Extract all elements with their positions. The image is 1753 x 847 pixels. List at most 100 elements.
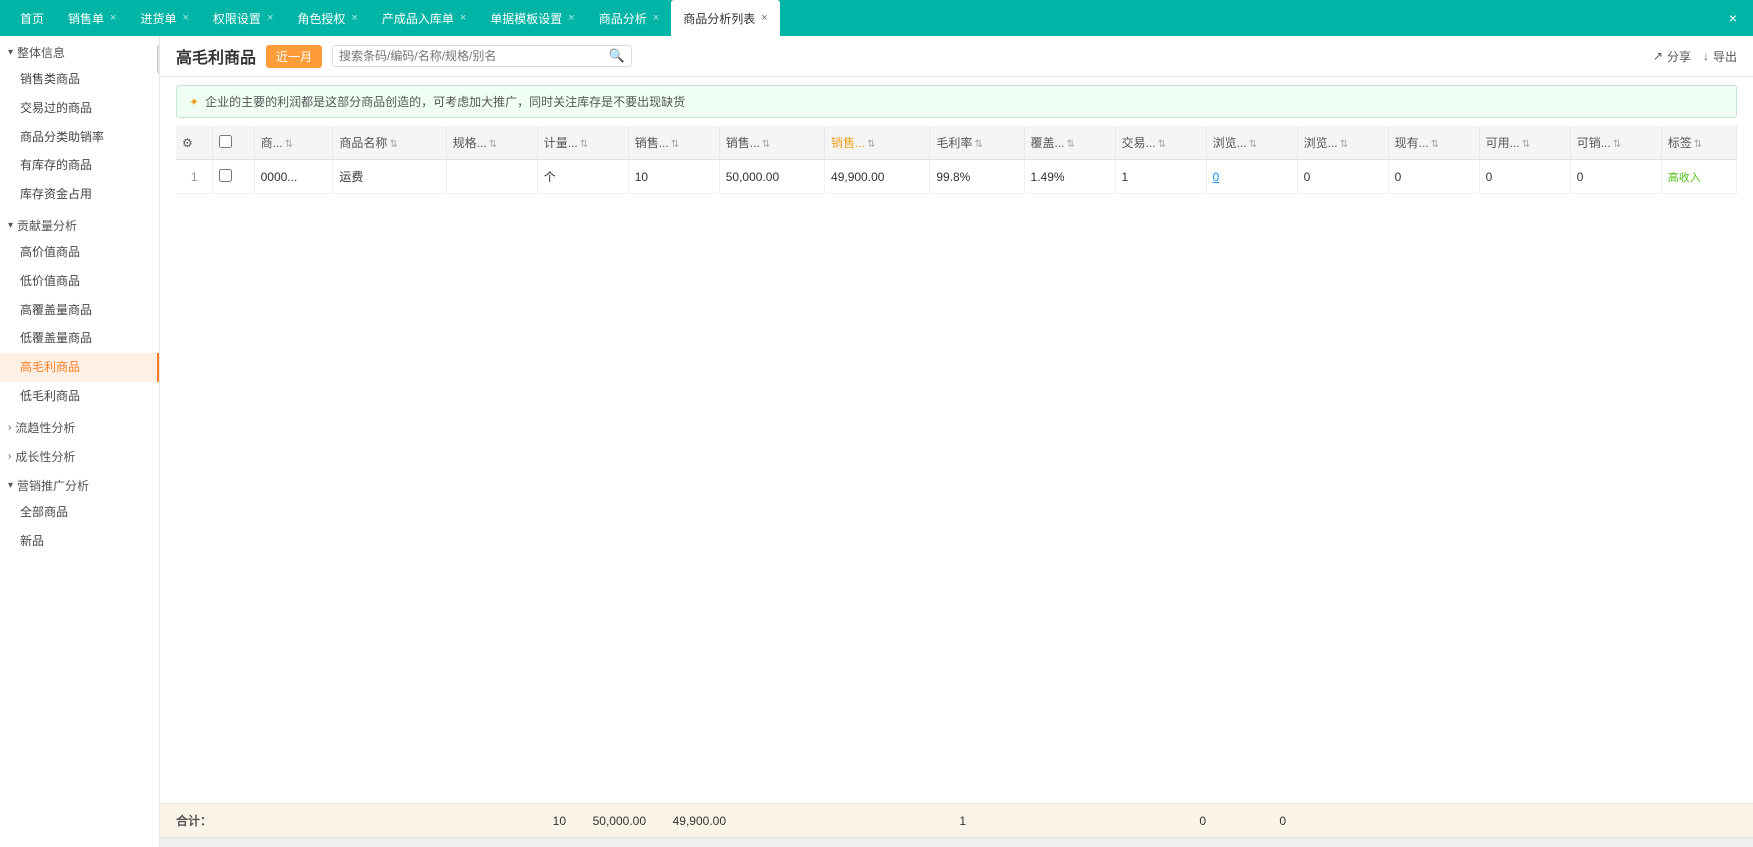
sort-icon: ⇅: [1340, 139, 1348, 150]
window-close-button[interactable]: ×: [1721, 10, 1745, 26]
col-saleable-stock[interactable]: 可销...⇅: [1570, 126, 1661, 160]
arrow-icon-marketing: ▾: [8, 480, 13, 491]
footer-views2: [1052, 814, 1132, 828]
row-views2: 0: [1297, 160, 1388, 194]
sort-icon: ⇅: [974, 139, 982, 150]
export-button[interactable]: ↓ 导出: [1703, 48, 1737, 65]
nav-template-settings-close[interactable]: ×: [568, 12, 574, 24]
nav-product-analysis-list[interactable]: 商品分析列表 ×: [671, 0, 779, 36]
filter-recent-month-button[interactable]: 近一月: [266, 45, 322, 68]
sidebar-item-sales-goods[interactable]: 销售类商品: [0, 65, 159, 94]
row-number: 1: [176, 160, 213, 194]
sort-icon: ⇅: [1158, 139, 1166, 150]
row-transaction: 1: [1115, 160, 1206, 194]
footer-totals-bar: 合计： 10 50,000.00 49,900.00 1 0 0: [160, 803, 1753, 837]
row-coverage: 1.49%: [1024, 160, 1115, 194]
select-all-checkbox[interactable]: [219, 135, 232, 148]
sort-icon: ⇅: [1431, 139, 1439, 150]
footer-coverage: [732, 814, 812, 828]
footer-coverage2: [812, 814, 892, 828]
col-gross-margin[interactable]: 毛利率⇅: [930, 126, 1024, 160]
row-saleable-stock: 0: [1570, 160, 1661, 194]
sort-icon: ⇅: [762, 139, 770, 150]
sidebar-group-growth[interactable]: › 成长性分析: [0, 440, 159, 469]
search-input[interactable]: [339, 49, 609, 63]
row-sales-amount: 50,000.00: [719, 160, 824, 194]
col-sales-qty[interactable]: 销售...⇅: [628, 126, 719, 160]
nav-home[interactable]: 首页: [8, 0, 56, 36]
share-button[interactable]: ↗ 分享: [1653, 48, 1691, 65]
sidebar-group-trend[interactable]: › 流趋性分析: [0, 411, 159, 440]
col-tag[interactable]: 标签⇅: [1661, 126, 1736, 160]
sidebar-item-in-stock-goods[interactable]: 有库存的商品: [0, 151, 159, 180]
sort-icon: ⇅: [1522, 139, 1530, 150]
nav-product-analysis[interactable]: 商品分析 ×: [587, 0, 671, 36]
nav-sales[interactable]: 销售单 ×: [56, 0, 128, 36]
footer-sales-profit: 49,900.00: [652, 814, 732, 828]
page-title: 高毛利商品: [176, 44, 256, 68]
footer-views1: [972, 814, 1052, 828]
nav-permissions-close[interactable]: ×: [267, 12, 273, 24]
row-views1[interactable]: 0: [1206, 160, 1297, 194]
sidebar-item-new-goods[interactable]: 新品: [0, 527, 159, 556]
header-actions: ↗ 分享 ↓ 导出: [1653, 48, 1737, 65]
table-row: 1 0000... 运费 个 10 50,000.00 49,900.00 99…: [176, 160, 1737, 194]
search-box: 🔍: [332, 45, 632, 67]
arrow-icon: ▾: [8, 220, 13, 231]
nav-product-analysis-close[interactable]: ×: [653, 12, 659, 24]
nav-products-inbound[interactable]: 产成品入库单 ×: [370, 0, 478, 36]
sort-icon: ⇅: [867, 139, 875, 150]
sidebar-item-high-value[interactable]: 高价值商品: [0, 238, 159, 267]
sidebar-item-low-value[interactable]: 低价值商品: [0, 267, 159, 296]
sort-icon: ⇅: [1067, 139, 1075, 150]
sidebar-item-high-margin[interactable]: 高毛利商品: [0, 353, 159, 382]
row-spec: [446, 160, 537, 194]
col-sales-profit[interactable]: 销售...⇅: [825, 126, 930, 160]
col-unit[interactable]: 计量...⇅: [537, 126, 628, 160]
sidebar-item-category-sales-rate[interactable]: 商品分类助销率: [0, 123, 159, 152]
sort-icon: ⇅: [1249, 139, 1257, 150]
col-views2[interactable]: 浏览...⇅: [1297, 126, 1388, 160]
nav-template-settings[interactable]: 单据模板设置 ×: [478, 0, 586, 36]
col-coverage[interactable]: 覆盖...⇅: [1024, 126, 1115, 160]
sort-icon: ⇅: [1694, 139, 1702, 150]
col-available-stock[interactable]: 可用...⇅: [1479, 126, 1570, 160]
sidebar-item-traded-goods[interactable]: 交易过的商品: [0, 94, 159, 123]
row-sales-profit: 49,900.00: [825, 160, 930, 194]
sidebar-item-low-coverage[interactable]: 低覆盖量商品: [0, 324, 159, 353]
nav-products-inbound-close[interactable]: ×: [460, 12, 466, 24]
nav-roles[interactable]: 角色授权 ×: [285, 0, 369, 36]
search-icon[interactable]: 🔍: [609, 48, 625, 64]
sidebar-group-overall[interactable]: ▾ 整体信息: [0, 36, 159, 65]
sidebar-item-low-margin[interactable]: 低毛利商品: [0, 382, 159, 411]
nav-permissions[interactable]: 权限设置 ×: [201, 0, 285, 36]
col-sales-amount[interactable]: 销售...⇅: [719, 126, 824, 160]
nav-roles-close[interactable]: ×: [351, 12, 357, 24]
sidebar-group-marketing[interactable]: ▾ 营销推广分析: [0, 469, 159, 498]
col-transaction[interactable]: 交易...⇅: [1115, 126, 1206, 160]
content-header: 高毛利商品 近一月 🔍 ↗ 分享 ↓ 导出: [160, 36, 1753, 77]
col-views1[interactable]: 浏览...⇅: [1206, 126, 1297, 160]
footer-sales-amount: 50,000.00: [572, 814, 652, 828]
col-settings[interactable]: ⚙: [176, 126, 213, 160]
horizontal-scrollbar[interactable]: [160, 837, 1753, 847]
nav-purchase[interactable]: 进货单 ×: [128, 0, 200, 36]
nav-purchase-close[interactable]: ×: [182, 12, 188, 24]
sidebar-item-high-coverage[interactable]: 高覆盖量商品: [0, 296, 159, 325]
col-code[interactable]: 商...⇅: [254, 126, 333, 160]
footer-current-stock: 0: [1132, 814, 1212, 828]
col-name[interactable]: 商品名称⇅: [333, 126, 446, 160]
col-checkbox[interactable]: [213, 126, 254, 160]
sidebar-group-contribution[interactable]: ▾ 贡献量分析: [0, 209, 159, 238]
sidebar-item-stock-capital[interactable]: 库存资金占用: [0, 180, 159, 209]
row-checkbox[interactable]: [213, 160, 254, 194]
col-spec[interactable]: 规格...⇅: [446, 126, 537, 160]
nav-sales-close[interactable]: ×: [110, 12, 116, 24]
col-current-stock[interactable]: 现有...⇅: [1388, 126, 1479, 160]
sidebar-collapse-button[interactable]: «: [157, 44, 160, 74]
row-select-checkbox[interactable]: [219, 169, 232, 182]
sidebar-item-all-goods[interactable]: 全部商品: [0, 498, 159, 527]
arrow-icon: ▾: [8, 47, 13, 58]
row-unit: 个: [537, 160, 628, 194]
nav-product-analysis-list-close[interactable]: ×: [761, 12, 767, 24]
